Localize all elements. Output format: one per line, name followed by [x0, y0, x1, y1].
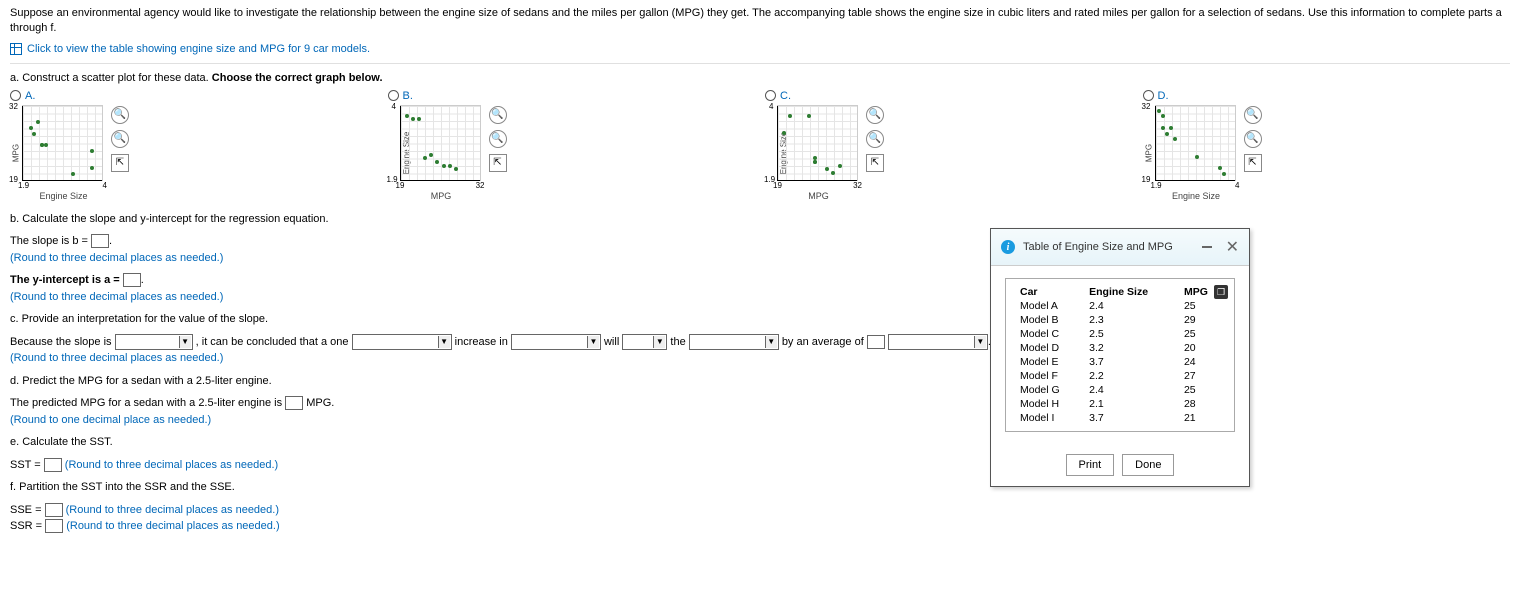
popout-icon[interactable]: ⇱	[111, 154, 129, 172]
intercept-input[interactable]	[123, 273, 141, 287]
copy-icon[interactable]: ❐	[1214, 285, 1228, 299]
select-direction[interactable]: ▼	[622, 334, 667, 350]
part-e-fill: SST = (Round to three decimal places as …	[10, 457, 1510, 474]
option-c-radio[interactable]: C.	[765, 90, 1133, 102]
view-table-link[interactable]: Click to view the table showing engine s…	[10, 43, 1510, 55]
select-slope-sign[interactable]: ▼	[115, 334, 193, 350]
table-row: Model I3.721	[1014, 411, 1226, 425]
problem-intro: Suppose an environmental agency would li…	[10, 6, 1510, 37]
slope-line: The slope is b = . (Round to three decim…	[10, 233, 1510, 266]
radio-icon	[765, 90, 776, 101]
info-icon: i	[1001, 240, 1015, 254]
zoom-in-icon[interactable]: 🔍	[1244, 106, 1262, 124]
option-c: C. Engine Size 4 1.9 1932 MPG 🔍 🔍 ⇱	[765, 90, 1133, 201]
scatter-c: 4 1.9	[777, 106, 857, 181]
table-row: Model B2.329	[1014, 313, 1226, 327]
zoom-in-icon[interactable]: 🔍	[866, 106, 884, 124]
select-var2[interactable]: ▼	[689, 334, 779, 350]
part-f-prompt: f. Partition the SST into the SSR and th…	[10, 479, 1510, 496]
zoom-in-icon[interactable]: 🔍	[111, 106, 129, 124]
print-button[interactable]: Print	[1066, 454, 1115, 476]
popout-icon[interactable]: ⇱	[489, 154, 507, 172]
table-body: Model A2.425Model B2.329Model C2.525Mode…	[1014, 299, 1226, 425]
predicted-mpg-input[interactable]	[285, 396, 303, 410]
scatter-d: 32 19	[1155, 106, 1235, 181]
minimize-icon[interactable]	[1202, 246, 1212, 248]
dialog-title: Table of Engine Size and MPG	[1023, 241, 1194, 253]
zoom-in-icon[interactable]: 🔍	[489, 106, 507, 124]
option-a: A. MPG 32 19 1.94 Engine Size 🔍 🔍 ⇱	[10, 90, 378, 201]
radio-icon	[10, 90, 21, 101]
data-table-dialog: i Table of Engine Size and MPG ✕ ❐ Car E…	[990, 228, 1250, 487]
sst-input[interactable]	[44, 458, 62, 472]
table-row: Model F2.227	[1014, 369, 1226, 383]
part-e-prompt: e. Calculate the SST.	[10, 434, 1510, 451]
option-a-radio[interactable]: A.	[10, 90, 378, 102]
option-d: D. MPG 32 19 1.94 Engine Size 🔍 🔍 ⇱	[1143, 90, 1511, 201]
intercept-line: The y-intercept is a = . (Round to three…	[10, 272, 1510, 305]
graph-options-row: A. MPG 32 19 1.94 Engine Size 🔍 🔍 ⇱	[10, 90, 1510, 201]
select-unit2[interactable]: ▼	[888, 334, 988, 350]
part-b-prompt: b. Calculate the slope and y-intercept f…	[10, 211, 1510, 228]
avg-input[interactable]	[867, 335, 885, 349]
zoom-out-icon[interactable]: 🔍	[866, 130, 884, 148]
part-a-prompt: a. Construct a scatter plot for these da…	[10, 72, 1510, 84]
part-d-prompt: d. Predict the MPG for a sedan with a 2.…	[10, 373, 1510, 390]
scatter-b: 4 1.9	[400, 106, 480, 181]
radio-icon	[1143, 90, 1154, 101]
part-f-fill: SSE = (Round to three decimal places as …	[10, 502, 1510, 535]
part-d-fill: The predicted MPG for a sedan with a 2.5…	[10, 395, 1510, 428]
ssr-input[interactable]	[45, 519, 63, 533]
option-b-radio[interactable]: B.	[388, 90, 756, 102]
data-table: ❐ Car Engine Size MPG Model A2.425Model …	[1005, 278, 1235, 432]
done-button[interactable]: Done	[1122, 454, 1174, 476]
zoom-out-icon[interactable]: 🔍	[111, 130, 129, 148]
zoom-out-icon[interactable]: 🔍	[1244, 130, 1262, 148]
divider	[10, 63, 1510, 64]
popout-icon[interactable]: ⇱	[866, 154, 884, 172]
table-row: Model H2.128	[1014, 397, 1226, 411]
table-row: Model G2.425	[1014, 383, 1226, 397]
table-row: Model E3.724	[1014, 355, 1226, 369]
select-unit[interactable]: ▼	[352, 334, 452, 350]
sse-input[interactable]	[45, 503, 63, 517]
table-row: Model D3.220	[1014, 341, 1226, 355]
zoom-out-icon[interactable]: 🔍	[489, 130, 507, 148]
part-c-fill: Because the slope is ▼ , it can be concl…	[10, 334, 1510, 367]
table-row: Model C2.525	[1014, 327, 1226, 341]
scatter-a: 32 19	[22, 106, 102, 181]
popout-icon[interactable]: ⇱	[1244, 154, 1262, 172]
part-c-prompt: c. Provide an interpretation for the val…	[10, 311, 1510, 328]
option-b: B. Engine Size 4 1.9 1932 MPG 🔍 🔍 ⇱	[388, 90, 756, 201]
close-icon[interactable]: ✕	[1226, 237, 1239, 257]
slope-input[interactable]	[91, 234, 109, 248]
option-d-radio[interactable]: D.	[1143, 90, 1511, 102]
table-icon	[10, 43, 22, 55]
view-table-text: Click to view the table showing engine s…	[27, 43, 370, 55]
radio-icon	[388, 90, 399, 101]
select-var1[interactable]: ▼	[511, 334, 601, 350]
table-row: Model A2.425	[1014, 299, 1226, 313]
